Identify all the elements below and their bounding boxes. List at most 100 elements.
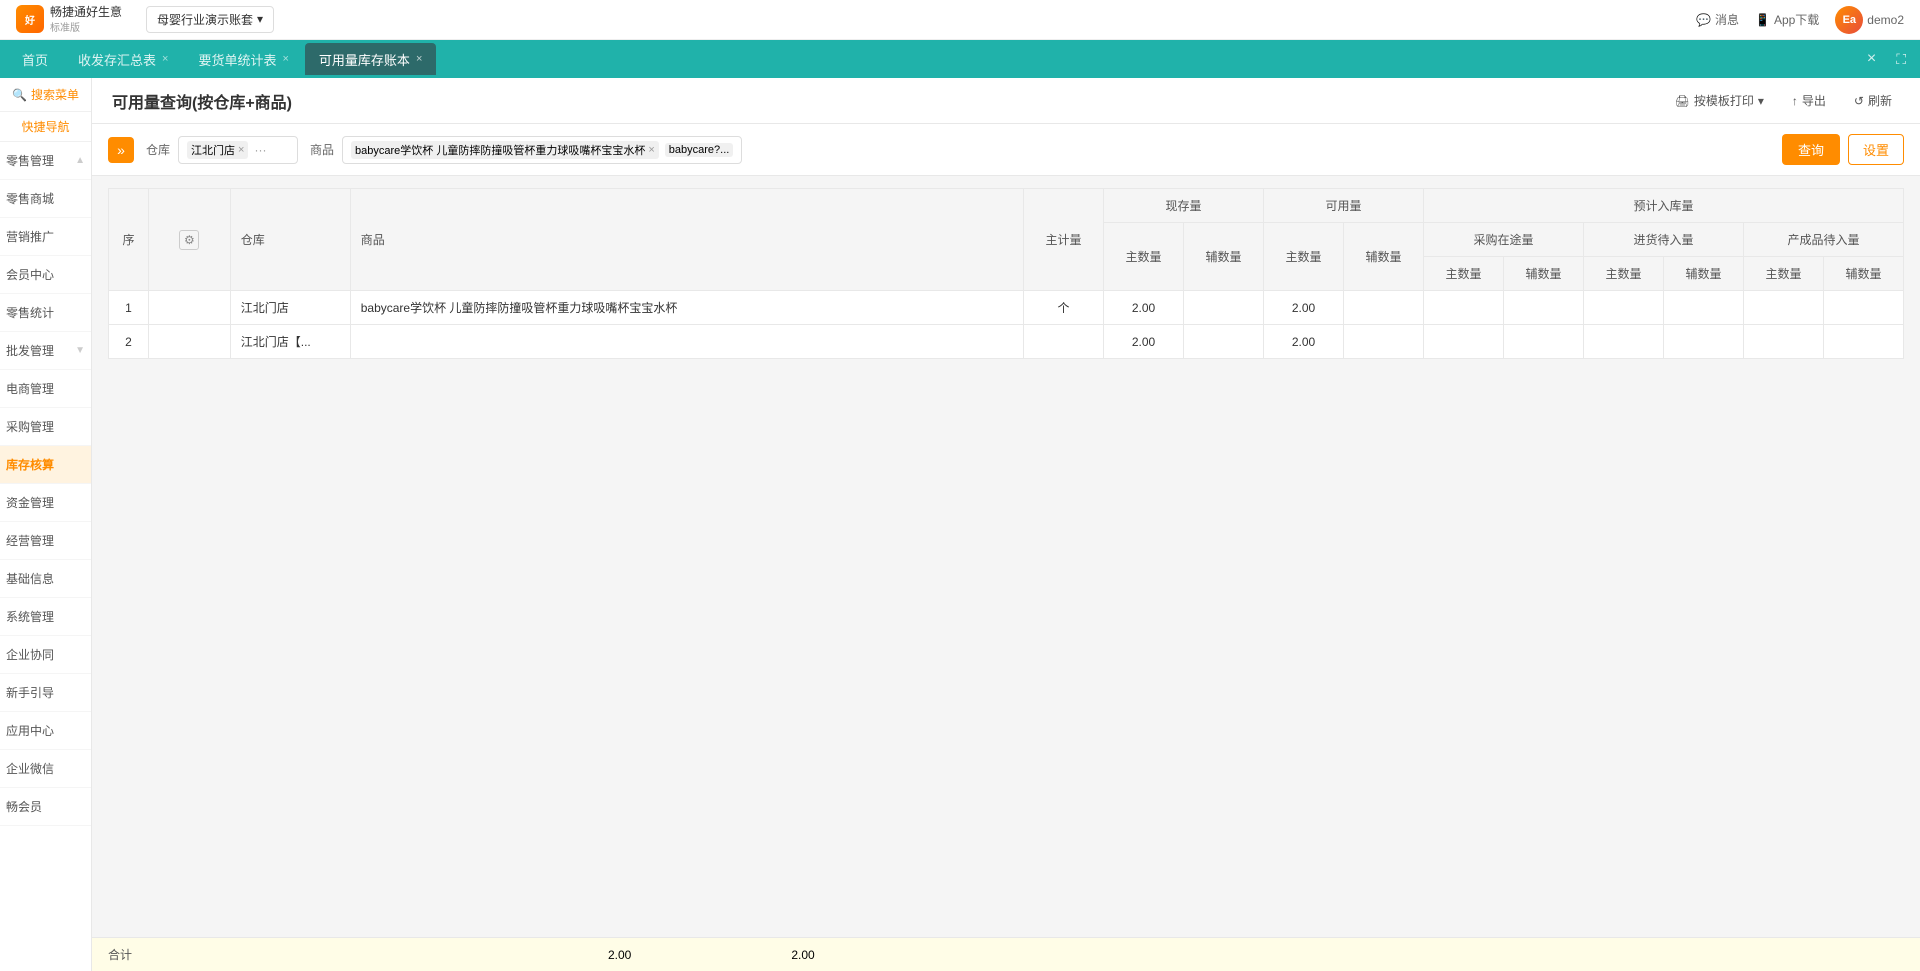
cell-available-main: 2.00 bbox=[1264, 325, 1344, 359]
sidebar-item-wholesale-mgmt[interactable]: 批发管理 ▼ bbox=[0, 332, 91, 370]
product-tag1: babycare学饮杯 儿童防摔防撞吸管杯重力球吸嘴杯宝宝水杯 × bbox=[351, 141, 659, 159]
th-warehouse: 仓库 bbox=[230, 189, 350, 291]
product-filter-group: 商品 babycare学饮杯 儿童防摔防撞吸管杯重力球吸嘴杯宝宝水杯 × bab… bbox=[310, 136, 742, 164]
sidebar-item-marketing[interactable]: 营销推广 bbox=[0, 218, 91, 256]
cell-products-aux bbox=[1824, 291, 1904, 325]
user-area[interactable]: Ea demo2 bbox=[1835, 6, 1904, 34]
page-title: 可用量查询(按仓库+商品) bbox=[112, 89, 292, 113]
top-header: 好 畅捷通好生意 标准版 母婴行业演示账套 ▾ 💬 消息 📱 App下载 Ea … bbox=[0, 0, 1920, 40]
cell-purchased-main bbox=[1424, 291, 1504, 325]
sidebar-item-enterprise-wechat[interactable]: 企业微信 bbox=[0, 750, 91, 788]
sidebar-item-purchase-mgmt[interactable]: 采购管理 bbox=[0, 408, 91, 446]
sidebar-item-vip-member[interactable]: 畅会员 bbox=[0, 788, 91, 826]
th-products-pending-group: 产成品待入量 bbox=[1744, 223, 1904, 257]
product-tag1-value: babycare学饮杯 儿童防摔防撞吸管杯重力球吸嘴杯宝宝水杯 bbox=[355, 142, 645, 158]
avatar-initials: Ea bbox=[1843, 14, 1856, 26]
sidebar-item-finance-mgmt[interactable]: 资金管理 bbox=[0, 484, 91, 522]
sidebar-item-operations-mgmt[interactable]: 经营管理 bbox=[0, 522, 91, 560]
tab-receive-summary[interactable]: 收发存汇总表 × bbox=[64, 43, 182, 75]
cell-stock-main: 2.00 bbox=[1104, 325, 1184, 359]
sidebar-search-label: 搜索菜单 bbox=[31, 86, 79, 103]
th-no: 序 bbox=[109, 189, 149, 291]
tab-available-stock-close[interactable]: × bbox=[416, 53, 422, 65]
sidebar-retail-mall-label: 零售商城 bbox=[6, 190, 54, 207]
filter-expand-button[interactable]: » bbox=[108, 137, 134, 163]
cell-settings[interactable] bbox=[149, 325, 231, 359]
table-row: 2 江北门店【... 2.00 2.00 bbox=[109, 325, 1904, 359]
nav-expand-button[interactable]: ⛶ bbox=[1890, 49, 1912, 70]
cell-purchased-main bbox=[1424, 325, 1504, 359]
message-action[interactable]: 💬 消息 bbox=[1696, 11, 1739, 28]
cell-incoming-aux bbox=[1664, 291, 1744, 325]
sidebar-item-app-center[interactable]: 应用中心 bbox=[0, 712, 91, 750]
nav-close-button[interactable]: × bbox=[1861, 48, 1882, 70]
sidebar-ecommerce-label: 电商管理 bbox=[6, 380, 54, 397]
avatar: Ea bbox=[1835, 6, 1863, 34]
export-button[interactable]: ↑ 导出 bbox=[1784, 88, 1834, 113]
warehouse-filter-input[interactable]: 江北门店 × ··· bbox=[178, 136, 298, 164]
th-purchased-main: 主数量 bbox=[1424, 257, 1504, 291]
logo-subtitle: 标准版 bbox=[50, 19, 122, 34]
sidebar-enterprise-wechat-label: 企业微信 bbox=[6, 760, 54, 777]
tab-order-stats[interactable]: 要货单统计表 × bbox=[184, 43, 302, 75]
sidebar-app-center-label: 应用中心 bbox=[6, 722, 54, 739]
th-settings[interactable]: ⚙ bbox=[149, 189, 231, 291]
th-current-stock-group: 现存量 bbox=[1104, 189, 1264, 223]
sidebar-item-new-guide[interactable]: 新手引导 bbox=[0, 674, 91, 712]
th-available-group: 可用量 bbox=[1264, 189, 1424, 223]
sidebar-item-sys-mgmt[interactable]: 系统管理 bbox=[0, 598, 91, 636]
refresh-icon: ↺ bbox=[1854, 94, 1864, 108]
sidebar-search[interactable]: 🔍 搜索菜单 bbox=[0, 78, 91, 112]
sidebar-quick-nav[interactable]: 快捷导航 bbox=[0, 112, 91, 142]
product-tag1-remove[interactable]: × bbox=[648, 144, 654, 156]
tab-receive-summary-label: 收发存汇总表 bbox=[78, 50, 156, 69]
sidebar-item-member-center[interactable]: 会员中心 bbox=[0, 256, 91, 294]
th-available-main: 主数量 bbox=[1264, 223, 1344, 291]
cell-products-main bbox=[1744, 291, 1824, 325]
sidebar-item-retail-stats[interactable]: 零售统计 bbox=[0, 294, 91, 332]
th-purchased-on-way-group: 采购在途量 bbox=[1424, 223, 1584, 257]
th-products-main: 主数量 bbox=[1744, 257, 1824, 291]
cell-available-main: 2.00 bbox=[1264, 291, 1344, 325]
sidebar-sys-mgmt-label: 系统管理 bbox=[6, 608, 54, 625]
tab-receive-summary-close[interactable]: × bbox=[162, 53, 168, 65]
cell-settings[interactable] bbox=[149, 291, 231, 325]
cell-product bbox=[350, 325, 1023, 359]
cell-available-aux bbox=[1344, 291, 1424, 325]
print-template-button[interactable]: 🖨 按模板打印 ▾ bbox=[1667, 88, 1772, 113]
logo-text-area: 畅捷通好生意 标准版 bbox=[50, 5, 122, 34]
sidebar-enterprise-collab-label: 企业协同 bbox=[6, 646, 54, 663]
chevron-up-icon: ▲ bbox=[75, 155, 85, 166]
th-incoming-aux: 辅数量 bbox=[1664, 257, 1744, 291]
cell-main-unit: 个 bbox=[1024, 291, 1104, 325]
setting-button[interactable]: 设置 bbox=[1848, 134, 1904, 165]
sidebar-item-basic-info[interactable]: 基础信息 bbox=[0, 560, 91, 598]
sidebar-operations-label: 经营管理 bbox=[6, 532, 54, 549]
cell-incoming-aux bbox=[1664, 325, 1744, 359]
sidebar-item-retail-mall[interactable]: 零售商城 bbox=[0, 180, 91, 218]
sidebar-item-stock-check[interactable]: 库存核算 bbox=[0, 446, 91, 484]
refresh-label: 刷新 bbox=[1868, 92, 1892, 109]
tab-available-stock[interactable]: 可用量库存账本 × bbox=[305, 43, 436, 75]
tenant-selector[interactable]: 母婴行业演示账套 ▾ bbox=[146, 6, 274, 33]
tab-order-stats-close[interactable]: × bbox=[282, 53, 288, 65]
cell-warehouse: 江北门店 bbox=[230, 291, 350, 325]
sidebar-item-enterprise-collab[interactable]: 企业协同 bbox=[0, 636, 91, 674]
settings-icon[interactable]: ⚙ bbox=[179, 230, 199, 250]
cell-no: 1 bbox=[109, 291, 149, 325]
refresh-button[interactable]: ↺ 刷新 bbox=[1846, 88, 1900, 113]
sidebar-purchase-label: 采购管理 bbox=[6, 418, 54, 435]
warehouse-tag-remove[interactable]: × bbox=[238, 144, 244, 156]
tab-home[interactable]: 首页 bbox=[8, 43, 62, 75]
query-button[interactable]: 查询 bbox=[1782, 134, 1840, 165]
tab-available-stock-label: 可用量库存账本 bbox=[319, 50, 410, 69]
tab-order-stats-label: 要货单统计表 bbox=[198, 50, 276, 69]
app-download-action[interactable]: 📱 App下载 bbox=[1755, 11, 1819, 28]
sidebar-member-center-label: 会员中心 bbox=[6, 266, 54, 283]
logo-icon: 好 bbox=[16, 5, 44, 33]
nav-tabs: 首页 收发存汇总表 × 要货单统计表 × 可用量库存账本 × × ⛶ bbox=[0, 40, 1920, 78]
product-filter-input[interactable]: babycare学饮杯 儿童防摔防撞吸管杯重力球吸嘴杯宝宝水杯 × babyca… bbox=[342, 136, 742, 164]
sidebar-item-retail-mgmt[interactable]: 零售管理 ▲ bbox=[0, 142, 91, 180]
sidebar-item-ecommerce-mgmt[interactable]: 电商管理 bbox=[0, 370, 91, 408]
nav-tabs-right: × ⛶ bbox=[1861, 48, 1912, 70]
